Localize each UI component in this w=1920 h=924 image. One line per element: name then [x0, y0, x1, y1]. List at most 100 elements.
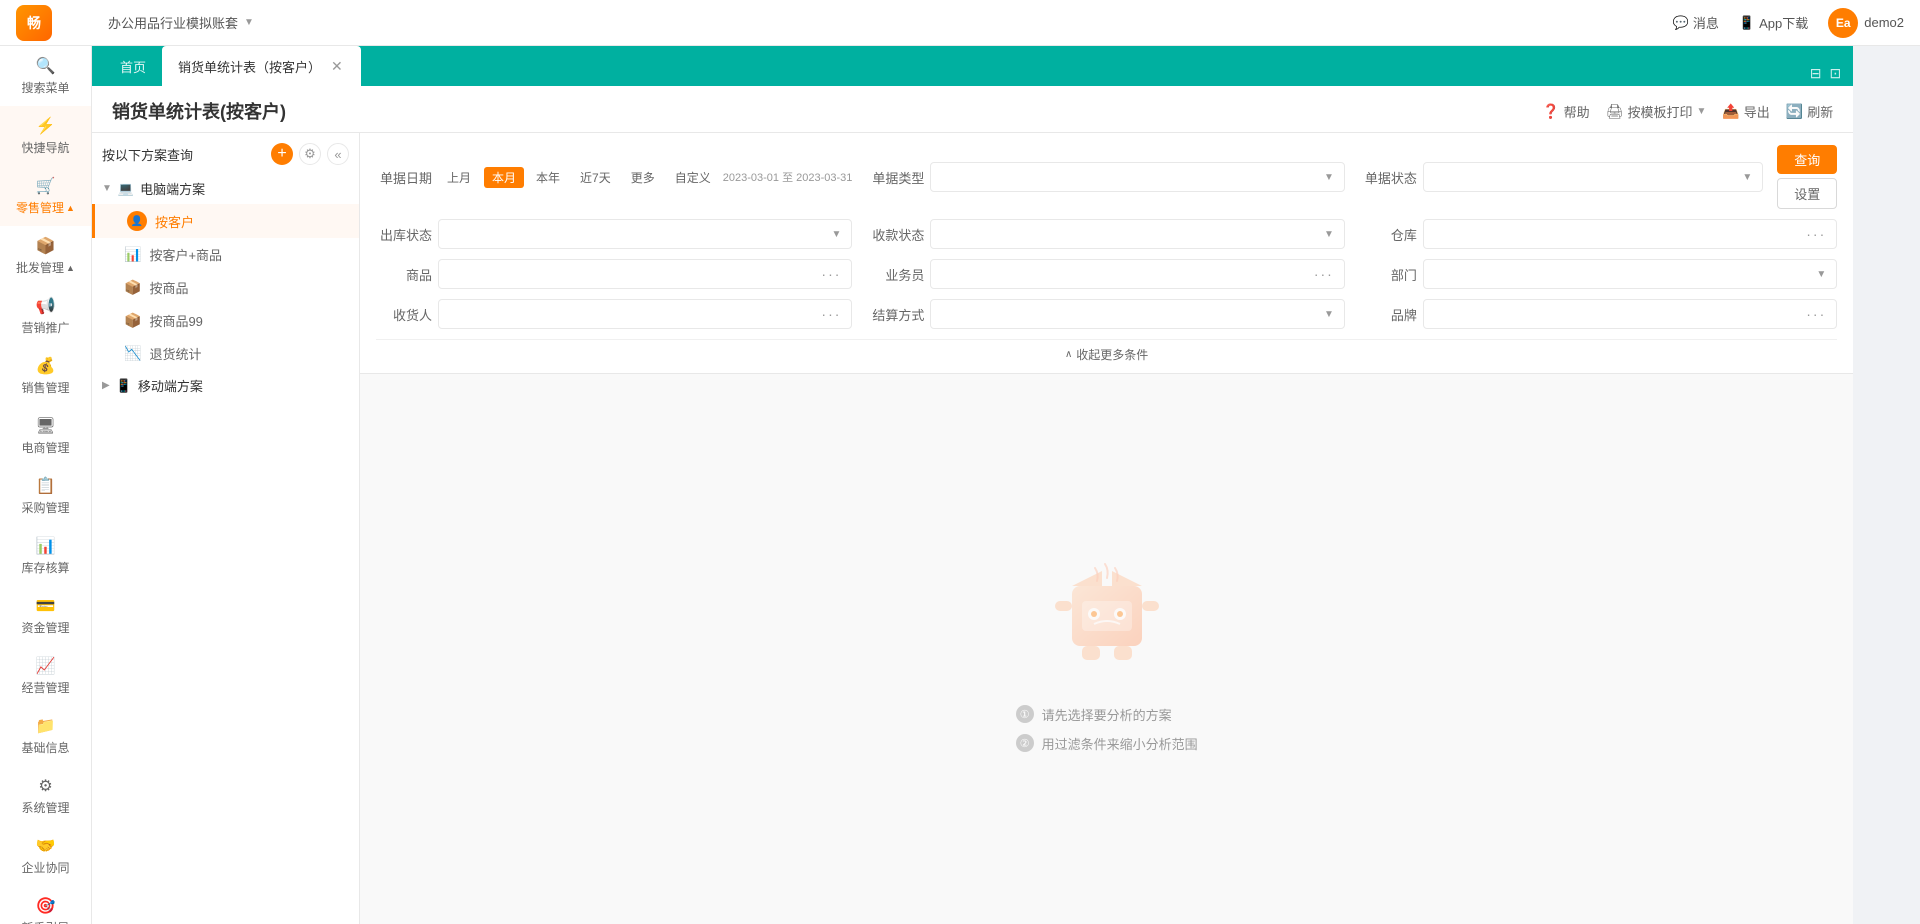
- tree-child-customer-product[interactable]: 📊 按客户+商品: [92, 238, 359, 271]
- sidebar-item-retail[interactable]: 🛒 零售管理 ▲: [0, 166, 91, 226]
- product-label: 商品: [376, 265, 432, 284]
- warehouse-selector[interactable]: ···: [1423, 219, 1837, 249]
- payment-status-selector[interactable]: ▼: [930, 219, 1344, 249]
- industry-selector[interactable]: 办公用品行业模拟账套 ▼: [108, 13, 254, 32]
- username: demo2: [1864, 15, 1904, 30]
- guide-icon: 🎯: [36, 896, 56, 916]
- sidebar-item-search-menu[interactable]: 🔍 搜索菜单: [0, 46, 91, 106]
- settings-btn[interactable]: 设置: [1777, 178, 1837, 209]
- basic-icon: 📁: [36, 716, 56, 736]
- date-pills-group: 上月 本月 本年 近7天 更多 自定义 2023-03-01 至 2023-03…: [438, 166, 852, 189]
- warehouse-label: 仓库: [1361, 225, 1417, 244]
- brand-selector[interactable]: ···: [1423, 299, 1837, 329]
- brand-label: 品牌: [1361, 305, 1417, 324]
- sidebar-item-purchase[interactable]: 📋 采购管理: [0, 466, 91, 526]
- date-pill-last-month[interactable]: 上月: [438, 166, 480, 189]
- dept-dropdown-icon: ▼: [1816, 269, 1826, 280]
- date-label: 单据日期: [376, 168, 432, 187]
- settings-scheme-btn[interactable]: ⚙: [299, 143, 321, 165]
- consignee-label: 收货人: [376, 305, 432, 324]
- tree-child-by-product[interactable]: 📦 按商品: [92, 271, 359, 304]
- tab-home[interactable]: 首页: [104, 46, 162, 86]
- help-btn[interactable]: ❓ 帮助: [1542, 102, 1589, 121]
- date-pill-more[interactable]: 更多: [623, 167, 663, 188]
- right-panel: 单据日期 上月 本月 本年 近7天 更多 自定义 2023-03-01 至 20…: [360, 133, 1853, 924]
- tab-sales-stat[interactable]: 销货单统计表（按客户） ✕: [162, 46, 361, 86]
- tree-child-by-product-99[interactable]: 📦 按商品99: [92, 304, 359, 337]
- warehouse-dots: ···: [1806, 226, 1826, 242]
- user-info[interactable]: Ea demo2: [1828, 8, 1904, 38]
- dropdown-icon: ▼: [244, 17, 254, 28]
- tree-child-by-customer[interactable]: 👤 按客户: [92, 204, 359, 238]
- ship-status-selector[interactable]: ▼: [438, 219, 852, 249]
- payment-status-filter-item: 收款状态 ▼: [868, 219, 1344, 249]
- customer-icon: 👤: [127, 211, 147, 231]
- system-icon: ⚙: [38, 776, 52, 796]
- doc-type-dropdown-icon: ▼: [1324, 172, 1334, 183]
- print-icon: 🖨: [1606, 103, 1624, 120]
- date-range-text: 2023-03-01 至 2023-03-31: [723, 169, 853, 185]
- wholesale-icon: 📦: [36, 236, 56, 256]
- maximize-btn[interactable]: ⊡: [1830, 65, 1842, 82]
- sidebar-item-finance[interactable]: 💳 资金管理: [0, 586, 91, 646]
- doc-type-selector[interactable]: ▼: [930, 162, 1344, 192]
- settlement-selector[interactable]: ▼: [930, 299, 1344, 329]
- product-dots: ···: [821, 266, 841, 282]
- sidebar-item-wholesale[interactable]: 📦 批发管理 ▲: [0, 226, 91, 286]
- sidebar-item-guide[interactable]: 🎯 新手引导: [0, 886, 91, 924]
- tree-parent-mobile[interactable]: ▶ 📱 移动端方案: [92, 370, 359, 401]
- sidebar-item-enterprise[interactable]: 🤝 企业协同: [0, 826, 91, 886]
- salesperson-label: 业务员: [868, 265, 924, 284]
- collapse-icon: ∧: [1065, 349, 1072, 360]
- sidebar-item-operation[interactable]: 📈 经营管理: [0, 646, 91, 706]
- sidebar: 🔍 搜索菜单 ⚡ 快捷导航 🛒 零售管理 ▲ 📦 批发管理 ▲ 📢 营销推广 💰…: [0, 46, 92, 924]
- add-scheme-btn[interactable]: +: [271, 143, 293, 165]
- minimize-btn[interactable]: ⊟: [1810, 65, 1822, 82]
- sidebar-item-system[interactable]: ⚙ 系统管理: [0, 766, 91, 826]
- date-pill-this-month[interactable]: 本月: [484, 167, 524, 188]
- date-filter-item: 单据日期 上月 本月 本年 近7天 更多 自定义 2023-03-01 至 20…: [376, 166, 852, 189]
- tree-parent-desktop[interactable]: ▼ 💻 电脑端方案: [92, 173, 359, 204]
- ship-status-label: 出库状态: [376, 225, 432, 244]
- quick-nav-icon: ⚡: [36, 116, 56, 136]
- print-btn[interactable]: 🖨 按模板打印 ▼: [1606, 102, 1707, 121]
- sidebar-item-ecommerce[interactable]: 🖥 电商管理: [0, 406, 91, 466]
- sidebar-item-marketing[interactable]: 📢 营销推广: [0, 286, 91, 346]
- desktop-folder-icon: 💻: [118, 181, 134, 197]
- sidebar-item-inventory[interactable]: 📊 库存核算: [0, 526, 91, 586]
- ship-status-dropdown-icon: ▼: [832, 229, 842, 240]
- tab-close-icon[interactable]: ✕: [329, 59, 345, 73]
- print-dropdown-icon: ▼: [1696, 106, 1706, 117]
- refresh-btn[interactable]: 🔄 刷新: [1786, 102, 1833, 121]
- payment-status-dropdown-icon: ▼: [1324, 229, 1334, 240]
- product-selector[interactable]: ···: [438, 259, 852, 289]
- settlement-dropdown-icon: ▼: [1324, 309, 1334, 320]
- return-stats-icon: 📉: [124, 345, 141, 362]
- department-selector[interactable]: ▼: [1423, 259, 1837, 289]
- collapse-bar[interactable]: ∧ 收起更多条件: [376, 339, 1837, 369]
- date-pill-last-7days[interactable]: 近7天: [572, 167, 619, 188]
- sidebar-item-basic[interactable]: 📁 基础信息: [0, 706, 91, 766]
- empty-tip-1: ① 请先选择要分析的方案: [1016, 705, 1198, 724]
- warehouse-filter-item: 仓库 ···: [1361, 219, 1837, 249]
- date-pill-this-year[interactable]: 本年: [528, 167, 568, 188]
- export-icon: 📤: [1722, 103, 1739, 120]
- date-pill-custom[interactable]: 自定义: [667, 167, 719, 188]
- query-btn[interactable]: 查询: [1777, 145, 1837, 174]
- doc-status-selector[interactable]: ▼: [1423, 162, 1763, 192]
- empty-illustration: [1047, 546, 1167, 685]
- sidebar-item-sales[interactable]: 💰 销售管理: [0, 346, 91, 406]
- message-btn[interactable]: 💬 消息: [1673, 13, 1719, 32]
- salesperson-selector[interactable]: ···: [930, 259, 1344, 289]
- enterprise-icon: 🤝: [36, 836, 56, 856]
- export-btn[interactable]: 📤 导出: [1722, 102, 1769, 121]
- sidebar-item-quick-nav[interactable]: ⚡ 快捷导航: [0, 106, 91, 166]
- app-download-btn[interactable]: 📱 App下载: [1739, 13, 1808, 32]
- consignee-selector[interactable]: ···: [438, 299, 852, 329]
- tree-child-return-stats[interactable]: 📉 退货统计: [92, 337, 359, 370]
- salesperson-dots: ···: [1314, 266, 1334, 282]
- doc-type-label: 单据类型: [868, 168, 924, 187]
- consignee-filter-item: 收货人 ···: [376, 299, 852, 329]
- collapse-panel-btn[interactable]: «: [327, 143, 349, 165]
- page-header: 销货单统计表(按客户) ❓ 帮助 🖨 按模板打印 ▼ 📤 导出 🔄 刷新: [92, 86, 1853, 133]
